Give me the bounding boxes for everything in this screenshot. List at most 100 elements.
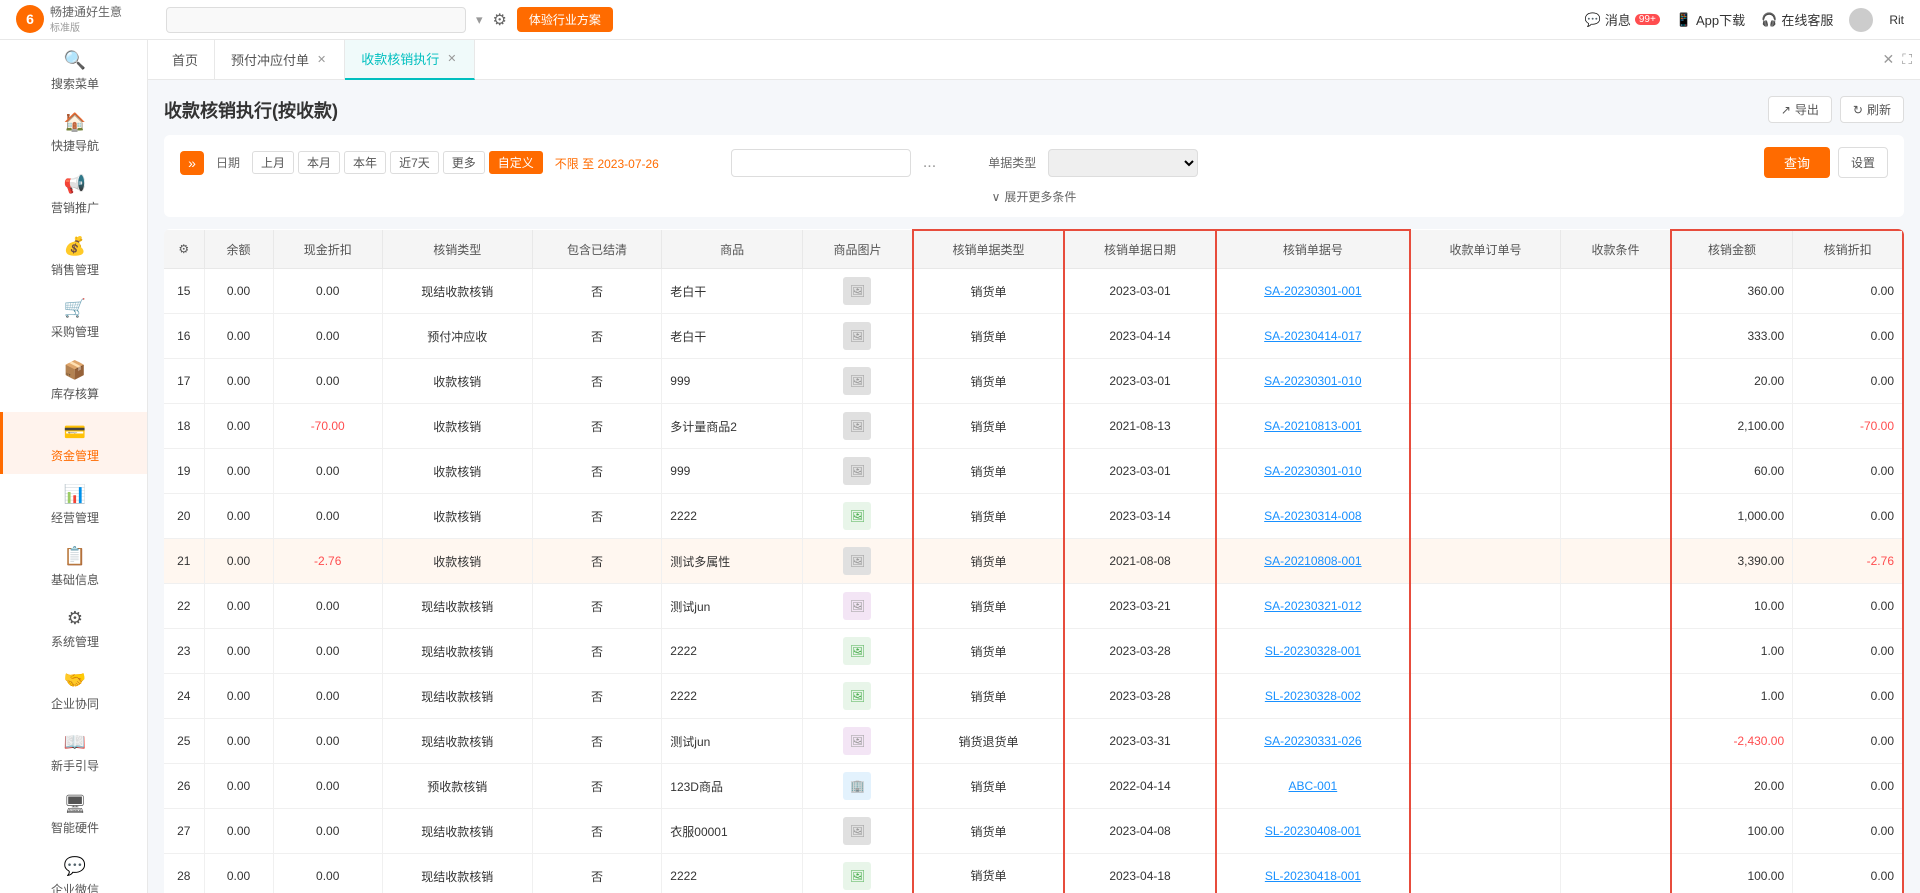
filter-expand-button[interactable]: »	[180, 151, 204, 175]
row-cancel-type: 现结收款核销	[382, 269, 532, 314]
date-more[interactable]: 更多	[443, 151, 485, 174]
export-button[interactable]: ↗ 导出	[1768, 96, 1832, 123]
row-report-type: 销货单	[913, 764, 1064, 809]
sidebar-item-inventory[interactable]: 📦 库存核算	[0, 350, 147, 412]
date-custom[interactable]: 自定义	[489, 151, 543, 174]
sidebar-item-marketing[interactable]: 📢 营销推广	[0, 164, 147, 226]
tab-bar: 首页 预付冲应付单 ✕ 收款核销执行 ✕ ✕ ⛶	[148, 40, 1920, 80]
date-7days[interactable]: 近7天	[390, 151, 439, 174]
col-settings-header[interactable]: ⚙	[164, 230, 204, 269]
date-this-year[interactable]: 本年	[344, 151, 386, 174]
row-cancel-discount: 0.00	[1793, 494, 1903, 539]
row-report-type: 销货单	[913, 314, 1064, 359]
sidebar-item-search[interactable]: 🔍 搜索菜单	[0, 40, 147, 102]
row-cancel-amount: 1.00	[1671, 674, 1793, 719]
export-icon: ↗	[1781, 103, 1791, 117]
sidebar-item-enterprise[interactable]: 🤝 企业协同	[0, 660, 147, 722]
row-index: 23	[164, 629, 204, 674]
row-cash-discount: 0.00	[273, 494, 382, 539]
row-cash-discount: 0.00	[273, 854, 382, 893]
row-report-num[interactable]: SA-20230314-008	[1216, 494, 1410, 539]
row-report-num[interactable]: SA-20230414-017	[1216, 314, 1410, 359]
table-row: 20 0.00 0.00 收款核销 否 2222 🖼 销货单 2023-03-1…	[164, 494, 1903, 539]
tab-collection[interactable]: 收款核销执行 ✕	[345, 40, 475, 80]
table-row: 28 0.00 0.00 现结收款核销 否 2222 🖼 销货单 2023-04…	[164, 854, 1903, 893]
row-receipt-order-num	[1410, 269, 1561, 314]
app-download-button[interactable]: 📱 App下载	[1676, 10, 1745, 29]
table-row: 18 0.00 -70.00 收款核销 否 多计量商品2 🖼 销货单 2021-…	[164, 404, 1903, 449]
row-report-num[interactable]: SA-20230301-001	[1216, 269, 1410, 314]
row-report-date: 2023-03-28	[1064, 629, 1215, 674]
sidebar-item-guide[interactable]: 📖 新手引导	[0, 722, 147, 784]
industry-button[interactable]: 体验行业方案	[517, 7, 613, 32]
row-include-settled: 否	[532, 674, 662, 719]
tab-home[interactable]: 首页	[156, 40, 215, 80]
sidebar-item-operation[interactable]: 📊 经营管理	[0, 474, 147, 536]
row-report-num[interactable]: SA-20210808-001	[1216, 539, 1410, 584]
col-receipt-condition-header: 收款条件	[1561, 230, 1671, 269]
table-wrapper: ⚙ 余额 现金折扣 核销类型 包含已结清 商品 商品图片 核销单据类型 核销单据…	[164, 229, 1904, 893]
row-report-type: 销货退货单	[913, 719, 1064, 764]
row-report-num[interactable]: SA-20210813-001	[1216, 404, 1410, 449]
expand-conditions-button[interactable]: ∨ 展开更多条件	[992, 188, 1077, 205]
row-report-num[interactable]: SA-20230331-026	[1216, 719, 1410, 764]
sidebar-item-quicknav[interactable]: 🏠 快捷导航	[0, 102, 147, 164]
basic-icon: 📋	[64, 546, 86, 567]
settings-button[interactable]: 设置	[1838, 147, 1888, 178]
row-report-num[interactable]: SA-20230321-012	[1216, 584, 1410, 629]
sidebar-item-wechat[interactable]: 💬 企业微信	[0, 846, 147, 893]
row-receipt-condition	[1561, 809, 1671, 854]
row-cancel-amount: 100.00	[1671, 809, 1793, 854]
sidebar-item-sales[interactable]: 💰 销售管理	[0, 226, 147, 288]
row-report-date: 2023-03-21	[1064, 584, 1215, 629]
close-window-icon[interactable]: ✕	[1882, 51, 1894, 68]
date-last-month[interactable]: 上月	[252, 151, 294, 174]
tab-close-prepay[interactable]: ✕	[315, 51, 328, 68]
tab-close-collection[interactable]: ✕	[445, 50, 458, 67]
row-product-img: 🏢	[803, 764, 913, 809]
row-report-num[interactable]: ABC-001	[1216, 764, 1410, 809]
row-report-type: 销货单	[913, 674, 1064, 719]
gear-icon[interactable]: ⚙	[493, 10, 507, 30]
expand-window-icon[interactable]: ⛶	[1902, 51, 1912, 68]
row-report-type: 销货单	[913, 539, 1064, 584]
search-input[interactable]	[166, 7, 466, 33]
row-report-num[interactable]: SA-20230301-010	[1216, 449, 1410, 494]
row-report-num[interactable]: SL-20230328-002	[1216, 674, 1410, 719]
row-report-num[interactable]: SL-20230408-001	[1216, 809, 1410, 854]
row-report-type: 销货单	[913, 359, 1064, 404]
sidebar-item-hardware[interactable]: 🖥 智能硬件	[0, 784, 147, 846]
marketing-icon: 📢	[64, 174, 86, 195]
logo-icon: 6	[16, 5, 44, 33]
row-receipt-order-num	[1410, 494, 1561, 539]
row-report-num[interactable]: SA-20230301-010	[1216, 359, 1410, 404]
avatar[interactable]	[1849, 8, 1873, 32]
row-report-num[interactable]: SL-20230418-001	[1216, 854, 1410, 893]
row-cancel-amount: 60.00	[1671, 449, 1793, 494]
sidebar-item-system[interactable]: ⚙ 系统管理	[0, 598, 147, 660]
row-cancel-amount: 10.00	[1671, 584, 1793, 629]
user-name: Rit	[1889, 13, 1904, 27]
online-service-button[interactable]: 🎧 在线客服	[1761, 10, 1833, 29]
row-product: 测试jun	[662, 719, 803, 764]
tab-prepay[interactable]: 预付冲应付单 ✕	[215, 40, 345, 80]
sidebar-item-purchase[interactable]: 🛒 采购管理	[0, 288, 147, 350]
sidebar-item-finance[interactable]: 💳 资金管理	[0, 412, 147, 474]
refresh-button[interactable]: ↻ 刷新	[1840, 96, 1904, 123]
row-balance: 0.00	[204, 629, 273, 674]
date-this-month[interactable]: 本月	[298, 151, 340, 174]
row-cash-discount: 0.00	[273, 809, 382, 854]
row-product-img: 🖼	[803, 584, 913, 629]
logo-sub: 标准版	[50, 19, 122, 34]
row-balance: 0.00	[204, 854, 273, 893]
query-button[interactable]: 查询	[1764, 147, 1830, 178]
message-button[interactable]: 💬 消息 99+	[1585, 10, 1660, 29]
row-report-num[interactable]: SL-20230328-001	[1216, 629, 1410, 674]
row-include-settled: 否	[532, 359, 662, 404]
row-product: 测试多属性	[662, 539, 803, 584]
row-balance: 0.00	[204, 359, 273, 404]
row-product: 2222	[662, 854, 803, 893]
from-unit-input[interactable]	[731, 149, 911, 177]
doc-type-select[interactable]	[1048, 149, 1198, 177]
sidebar-item-basic[interactable]: 📋 基础信息	[0, 536, 147, 598]
